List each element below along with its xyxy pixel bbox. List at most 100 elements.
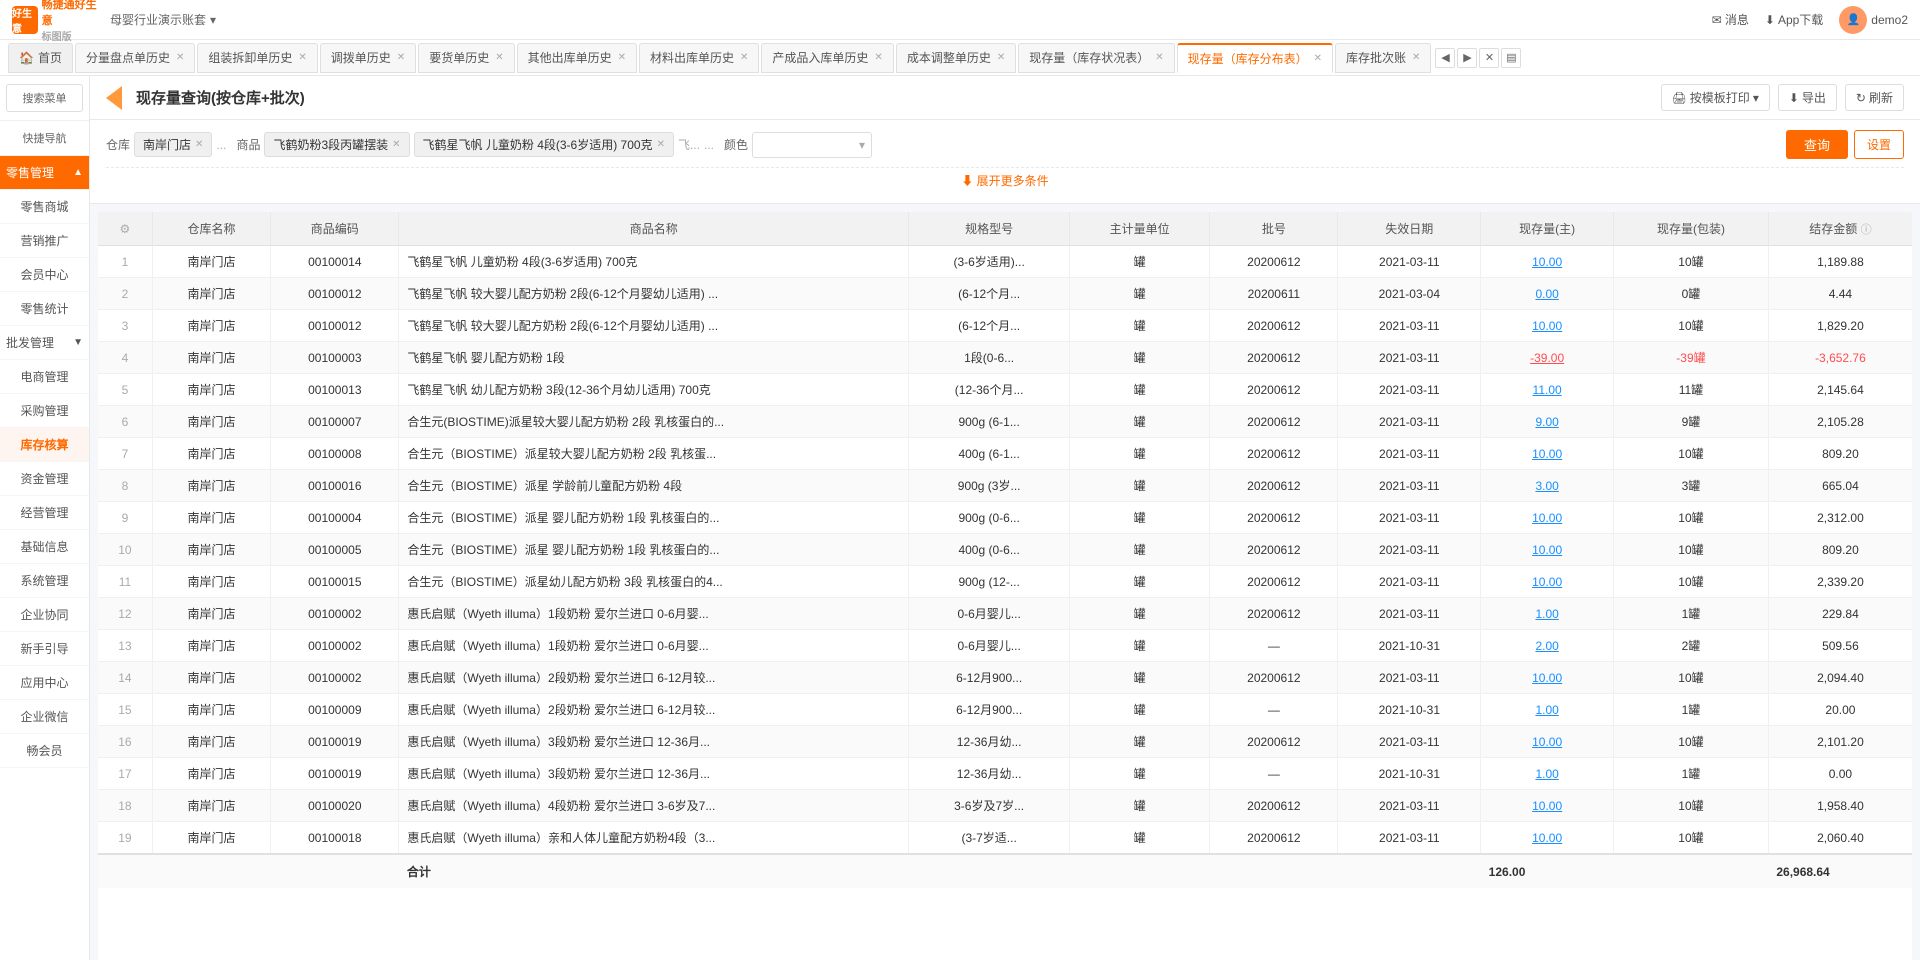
row-qty-main[interactable]: 1.00: [1481, 694, 1614, 726]
row-qty-main[interactable]: 10.00: [1481, 726, 1614, 758]
sidebar-item-retail-mall[interactable]: 零售商城: [0, 190, 89, 224]
close-tab-2[interactable]: ✕: [298, 52, 306, 63]
tab-8[interactable]: 成本调整单历史 ✕: [896, 43, 1016, 73]
tab-4[interactable]: 要货单历史 ✕: [418, 43, 514, 73]
warehouse-more-btn[interactable]: ...: [216, 138, 226, 152]
tab-10[interactable]: 现存量（库存分布表） ✕: [1177, 43, 1333, 73]
product-dots-btn[interactable]: ...: [704, 138, 714, 152]
sidebar-item-ecommerce[interactable]: 电商管理: [0, 360, 89, 394]
close-tab-4[interactable]: ✕: [495, 52, 503, 63]
col-settings[interactable]: ⚙: [98, 212, 152, 246]
info-icon[interactable]: ⓘ: [1861, 224, 1872, 236]
table-row: 13 南岸门店 00100002 惠氏启赋（Wyeth illuma）1段奶粉 …: [98, 630, 1912, 662]
quick-nav-btn[interactable]: 快捷导航: [0, 125, 89, 151]
row-qty-main[interactable]: 10.00: [1481, 438, 1614, 470]
close-tab-3[interactable]: ✕: [397, 52, 405, 63]
row-qty-main[interactable]: 10.00: [1481, 662, 1614, 694]
query-btn[interactable]: 查询: [1786, 130, 1848, 159]
sidebar-item-guide[interactable]: 新手引导: [0, 632, 89, 666]
sidebar-item-enterprise[interactable]: 企业协同: [0, 598, 89, 632]
sidebar-item-marketing[interactable]: 营销推广: [0, 224, 89, 258]
table-row: 2 南岸门店 00100012 飞鹤星飞帆 较大婴儿配方奶粉 2段(6-12个月…: [98, 278, 1912, 310]
sidebar-item-member[interactable]: 畅会员: [0, 734, 89, 768]
tab-11[interactable]: 库存批次账 ✕: [1335, 43, 1431, 73]
tab-7[interactable]: 产成品入库单历史 ✕: [761, 43, 893, 73]
tab-home[interactable]: 🏠 首页: [8, 43, 73, 73]
sidebar-item-basic-info[interactable]: 基础信息: [0, 530, 89, 564]
row-qty-main[interactable]: 10.00: [1481, 502, 1614, 534]
tab-9[interactable]: 现存量（库存状况表） ✕: [1018, 43, 1174, 73]
tab-menu-btn[interactable]: ▤: [1501, 48, 1521, 68]
row-code: 00100009: [271, 694, 399, 726]
row-qty-main[interactable]: 1.00: [1481, 598, 1614, 630]
product-tag-2[interactable]: 飞鹤星飞帆 儿童奶粉 4段(3-6岁适用) 700克 ✕: [414, 132, 674, 157]
close-tab-10[interactable]: ✕: [1314, 53, 1322, 64]
row-qty-main[interactable]: 11.00: [1481, 374, 1614, 406]
row-qty-main[interactable]: 9.00: [1481, 406, 1614, 438]
expand-sidebar-btn[interactable]: [106, 86, 122, 110]
tab-1[interactable]: 分量盘点单历史 ✕: [75, 43, 195, 73]
tab-3[interactable]: 调拨单历史 ✕: [320, 43, 416, 73]
sidebar-item-system[interactable]: 系统管理: [0, 564, 89, 598]
sidebar-item-purchase[interactable]: 采购管理: [0, 394, 89, 428]
row-qty-pkg: 0罐: [1614, 278, 1769, 310]
sidebar-item-member-center[interactable]: 会员中心: [0, 258, 89, 292]
row-qty-main[interactable]: 10.00: [1481, 790, 1614, 822]
settings-btn[interactable]: 设置: [1854, 130, 1904, 159]
refresh-btn[interactable]: ↻ 刷新: [1845, 84, 1904, 111]
product-tag-1-close[interactable]: ✕: [392, 139, 400, 150]
product-tag-2-close[interactable]: ✕: [657, 139, 665, 150]
tab-next-btn[interactable]: ▶: [1457, 48, 1477, 68]
warehouse-tag[interactable]: 南岸门店 ✕: [134, 132, 212, 157]
row-qty-main[interactable]: 10.00: [1481, 566, 1614, 598]
warehouse-close-icon[interactable]: ✕: [195, 139, 203, 150]
row-qty-main[interactable]: 1.00: [1481, 758, 1614, 790]
row-qty-main[interactable]: 10.00: [1481, 534, 1614, 566]
tab-close-btn[interactable]: ✕: [1479, 48, 1499, 68]
user-avatar[interactable]: 👤 demo2: [1839, 6, 1908, 34]
color-input[interactable]: ▾: [752, 132, 872, 158]
row-qty-main[interactable]: 3.00: [1481, 470, 1614, 502]
close-tab-5[interactable]: ✕: [618, 52, 626, 63]
sidebar-item-wechat[interactable]: 企业微信: [0, 700, 89, 734]
tab-5[interactable]: 其他出库单历史 ✕: [517, 43, 637, 73]
row-qty-main[interactable]: 2.00: [1481, 630, 1614, 662]
export-btn[interactable]: ⬇ 导出: [1778, 84, 1837, 111]
gear-icon[interactable]: ⚙: [120, 222, 131, 236]
close-tab-6[interactable]: ✕: [740, 52, 748, 63]
table-row: 1 南岸门店 00100014 飞鹤星飞帆 儿童奶粉 4段(3-6岁适用) 70…: [98, 246, 1912, 278]
sidebar-item-retail-mgmt[interactable]: 零售管理 ▲: [0, 156, 89, 190]
product-tag-1[interactable]: 飞鹤奶粉3段丙罐摆装 ✕: [264, 132, 409, 157]
sidebar-item-wholesale[interactable]: 批发管理 ▼: [0, 326, 89, 360]
row-qty-main[interactable]: 0.00: [1481, 278, 1614, 310]
tab-6[interactable]: 材料出库单历史 ✕: [639, 43, 759, 73]
close-tab-8[interactable]: ✕: [997, 52, 1005, 63]
sidebar-item-inventory[interactable]: 库存核算: [0, 428, 89, 462]
row-qty-main[interactable]: -39.00: [1481, 342, 1614, 374]
sidebar-item-label: 经营管理: [20, 506, 68, 520]
print-btn[interactable]: 🖨 按模板打印 ▾: [1661, 84, 1770, 111]
close-tab-9[interactable]: ✕: [1155, 52, 1163, 63]
sidebar-item-operations[interactable]: 经营管理: [0, 496, 89, 530]
tab-prev-btn[interactable]: ◀: [1435, 48, 1455, 68]
app-download-btn[interactable]: ⬇ App下载: [1765, 11, 1823, 28]
close-tab-11[interactable]: ✕: [1412, 52, 1420, 63]
message-btn[interactable]: ✉ 消息: [1712, 11, 1749, 28]
row-qty-main[interactable]: 10.00: [1481, 246, 1614, 278]
close-tab-7[interactable]: ✕: [874, 52, 882, 63]
sidebar-item-app-center[interactable]: 应用中心: [0, 666, 89, 700]
tab-2[interactable]: 组装拆卸单历史 ✕: [197, 43, 317, 73]
product-more-btn[interactable]: 飞...: [678, 136, 700, 153]
row-no: 16: [98, 726, 152, 758]
search-menu-btn[interactable]: 搜索菜单: [6, 84, 83, 112]
close-tab-1[interactable]: ✕: [176, 52, 184, 63]
row-name: 飞鹤星飞帆 较大婴儿配方奶粉 2段(6-12个月婴幼儿适用) ...: [399, 278, 909, 310]
row-expire: 2021-03-11: [1338, 310, 1481, 342]
sidebar-item-finance[interactable]: 资金管理: [0, 462, 89, 496]
row-name: 飞鹤星飞帆 婴儿配方奶粉 1段: [399, 342, 909, 374]
account-dropdown[interactable]: 母婴行业演示账套 ▾: [110, 11, 216, 28]
sidebar-item-retail-stats[interactable]: 零售统计: [0, 292, 89, 326]
expand-conditions-btn[interactable]: ⬇ 展开更多条件: [961, 172, 1048, 189]
row-qty-main[interactable]: 10.00: [1481, 822, 1614, 855]
row-qty-main[interactable]: 10.00: [1481, 310, 1614, 342]
